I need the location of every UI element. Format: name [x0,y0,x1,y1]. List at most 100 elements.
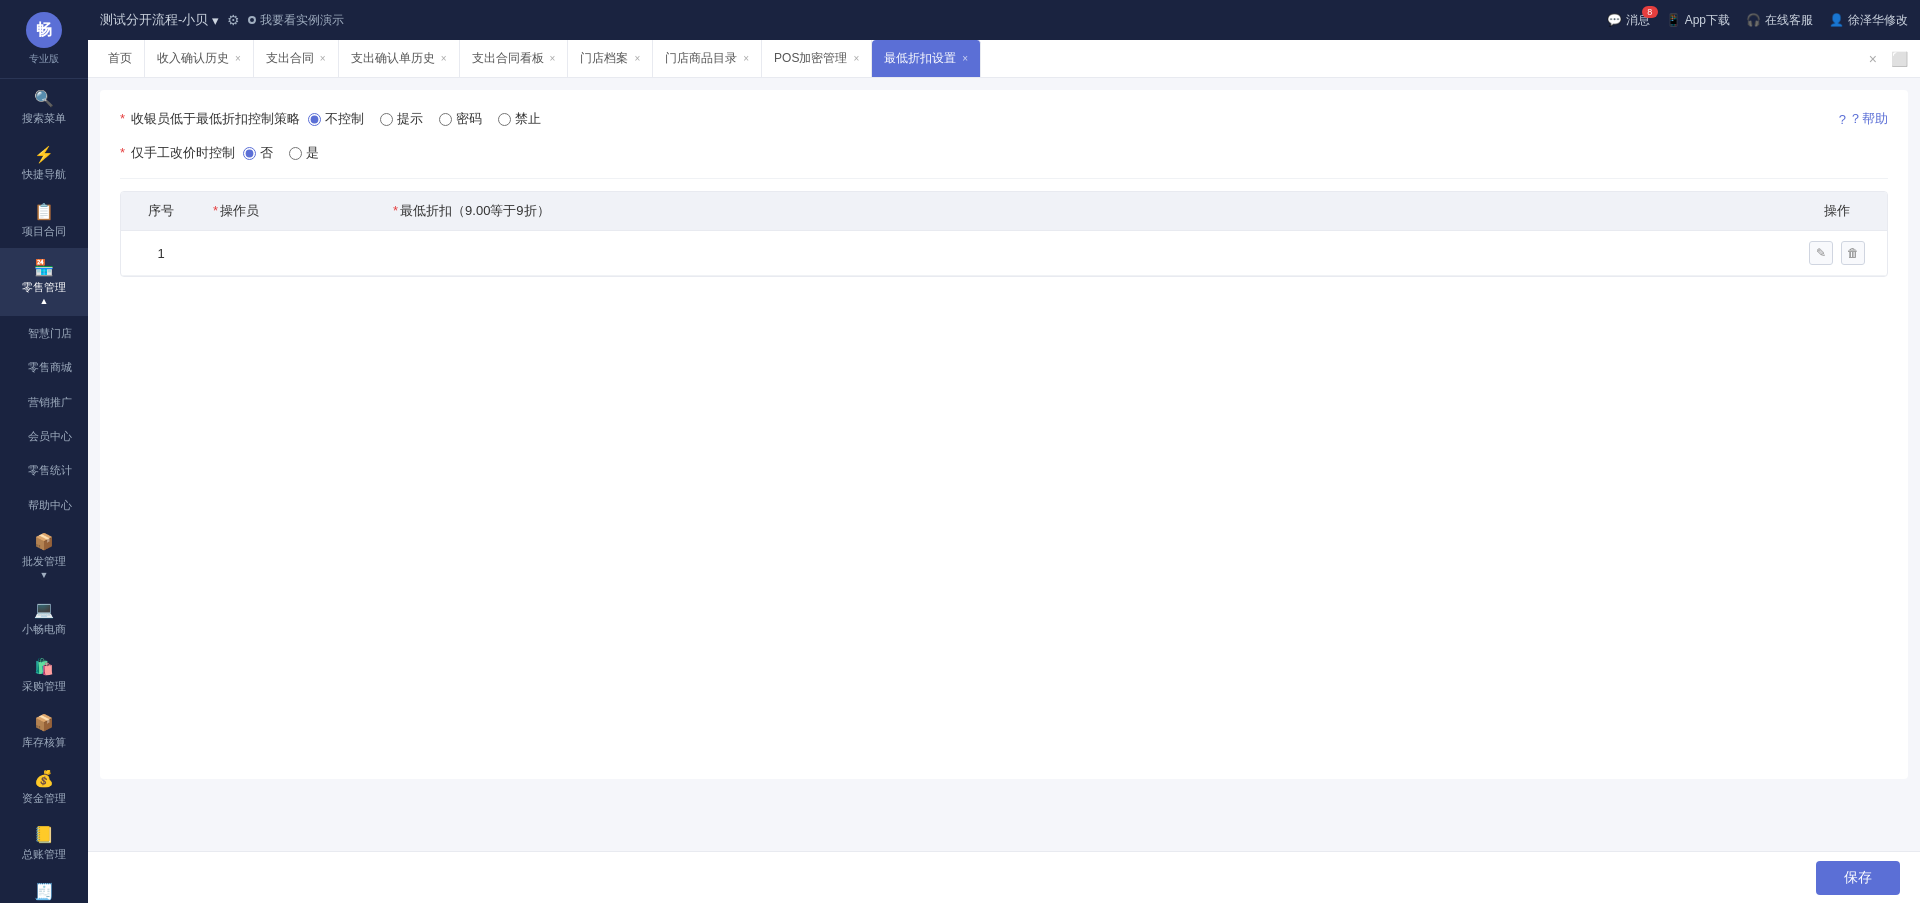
discount-table: 序号 *操作员 *最低折扣（9.00等于9折） 操作 1 [121,192,1887,276]
topbar-left: 测试分开流程-小贝 ▾ ⚙ 我要看实例演示 [100,11,344,29]
tab-expense-confirm-history[interactable]: 支出确认单历史 × [339,40,460,78]
table-header-row: 序号 *操作员 *最低折扣（9.00等于9折） 操作 [121,192,1887,231]
logo-text: 专业版 [29,52,59,66]
logo-icon: 畅 [26,12,62,48]
row-edit-button[interactable]: ✎ [1809,241,1833,265]
tab-expense-contract-board-label: 支出合同看板 [472,50,544,67]
finance-icon: 💰 [34,769,54,788]
tab-expense-contract-board[interactable]: 支出合同看板 × [460,40,569,78]
tab-pos-password-close[interactable]: × [853,54,859,64]
control-policy-radio-group: 不控制 提示 密码 禁止 [308,110,541,128]
save-button[interactable]: 保存 [1816,861,1900,895]
customer-service-label: 在线客服 [1765,12,1813,29]
radio-yes[interactable]: 是 [289,144,319,162]
sidebar-item-retail-stats[interactable]: 零售统计 [0,453,88,487]
radio-no-control-input[interactable] [308,113,321,126]
sidebar-item-quick-nav[interactable]: ⚡ 快捷导航 [0,135,88,191]
table-row: 1 ✎ 🗑 [121,231,1887,276]
topbar-customer-service[interactable]: 🎧 在线客服 [1746,12,1813,29]
sidebar-item-ledger[interactable]: 📒 总账管理 [0,815,88,871]
sidebar-item-inventory[interactable]: 📦 库存核算 [0,703,88,759]
help-link[interactable]: ? ？帮助 [1839,110,1888,128]
tab-store-product-catalog[interactable]: 门店商品目录 × [653,40,762,78]
sidebar-item-project-contract[interactable]: 📋 项目合同 [0,192,88,248]
tab-store-product-catalog-close[interactable]: × [743,54,749,64]
tab-home[interactable]: 首页 [96,40,145,78]
radio-no-control[interactable]: 不控制 [308,110,364,128]
customer-service-icon: 🎧 [1746,13,1761,27]
tab-pos-password[interactable]: POS加密管理 × [762,40,872,78]
row-delete-button[interactable]: 🗑 [1841,241,1865,265]
message-badge: 8 [1642,6,1658,18]
tab-expense-contract-close[interactable]: × [320,54,326,64]
topbar-settings-icon[interactable]: ⚙ [227,12,240,28]
topbar-right: 💬 消息 8 📱 App下载 🎧 在线客服 👤 徐泽华修改 [1607,12,1908,29]
tab-income-history[interactable]: 收入确认历史 × [145,40,254,78]
content-area: * 收银员低于最低折扣控制策略 不控制 提示 密码 [88,78,1920,851]
tab-min-discount-close[interactable]: × [962,54,968,64]
tab-min-discount[interactable]: 最低折扣设置 × [872,40,981,78]
demo-label: 我要看实例演示 [260,12,344,29]
radio-password-input[interactable] [439,113,452,126]
radio-no-label: 否 [260,144,273,162]
radio-yes-input[interactable] [289,147,302,160]
tab-close-all-button[interactable]: × [1865,49,1881,69]
tab-expense-contract[interactable]: 支出合同 × [254,40,339,78]
tabbar: 首页 收入确认历史 × 支出合同 × 支出确认单历史 × 支出合同看板 × 门店… [88,40,1920,78]
table-cell-min-discount [381,231,1787,276]
sidebar-item-member-center[interactable]: 会员中心 [0,419,88,453]
radio-prompt[interactable]: 提示 [380,110,423,128]
radio-forbidden[interactable]: 禁止 [498,110,541,128]
radio-forbidden-input[interactable] [498,113,511,126]
tab-expense-confirm-history-label: 支出确认单历史 [351,50,435,67]
topbar-messages[interactable]: 💬 消息 8 [1607,12,1650,29]
topbar-user[interactable]: 👤 徐泽华修改 [1829,12,1908,29]
tabbar-actions: × ⬜ [1865,49,1912,69]
help-label: ？帮助 [1849,110,1888,128]
project-name: 测试分开流程-小贝 [100,11,208,29]
wholesale-icon: 📦 [34,532,54,551]
sidebar-item-retail-mall[interactable]: 零售商城 [0,350,88,384]
radio-no[interactable]: 否 [243,144,273,162]
table-cell-seq: 1 [121,231,201,276]
tab-store-file[interactable]: 门店档案 × [568,40,653,78]
purchase-icon: 🛍️ [34,657,54,676]
retail-arrow-icon: ▲ [40,296,49,306]
search-nav-icon: 🔍 [34,89,54,108]
table-cell-operator [201,231,381,276]
tab-expense-confirm-history-close[interactable]: × [441,54,447,64]
demo-link[interactable]: 我要看实例演示 [248,12,344,29]
sidebar-item-ecommerce[interactable]: 💻 小畅电商 [0,590,88,646]
manual-price-label: * 仅手工改价时控制 [120,144,235,162]
sidebar-item-retail-management[interactable]: 🏪 零售管理 ▲ [0,248,88,316]
topbar: 测试分开流程-小贝 ▾ ⚙ 我要看实例演示 💬 消息 8 📱 App下载 🎧 在… [88,0,1920,40]
tab-pos-password-label: POS加密管理 [774,50,847,67]
tab-expense-contract-board-close[interactable]: × [550,54,556,64]
tab-expand-button[interactable]: ⬜ [1887,49,1912,69]
radio-password[interactable]: 密码 [439,110,482,128]
sidebar-item-help-center[interactable]: 帮助中心 [0,488,88,522]
inventory-icon: 📦 [34,713,54,732]
tab-store-file-close[interactable]: × [634,54,640,64]
sidebar-item-invoice[interactable]: 🧾 发票管理 [0,872,88,903]
topbar-app-download[interactable]: 📱 App下载 [1666,12,1730,29]
sidebar-item-search[interactable]: 🔍 搜索菜单 [0,79,88,135]
sidebar-item-purchase[interactable]: 🛍️ 采购管理 [0,647,88,703]
project-selector[interactable]: 测试分开流程-小贝 ▾ [100,11,219,29]
sidebar: 畅 专业版 🔍 搜索菜单 ⚡ 快捷导航 📋 项目合同 🏪 零售管理 ▲ 智慧门店… [0,0,88,903]
sidebar-item-wholesale[interactable]: 📦 批发管理 ▼ [0,522,88,590]
tab-store-product-catalog-label: 门店商品目录 [665,50,737,67]
project-contract-icon: 📋 [34,202,54,221]
sidebar-item-finance[interactable]: 💰 资金管理 [0,759,88,815]
form-row-control-policy: * 收银员低于最低折扣控制策略 不控制 提示 密码 [120,110,1888,128]
form-row-manual-price: * 仅手工改价时控制 否 是 [120,144,1888,162]
tab-income-history-close[interactable]: × [235,54,241,64]
control-policy-label: * 收银员低于最低折扣控制策略 [120,110,300,128]
radio-no-input[interactable] [243,147,256,160]
sidebar-item-marketing[interactable]: 营销推广 [0,385,88,419]
manual-price-radio-group: 否 是 [243,144,319,162]
sidebar-item-smart-store[interactable]: 智慧门店 [0,316,88,350]
required-star-1: * [120,111,125,126]
radio-password-label: 密码 [456,110,482,128]
radio-prompt-input[interactable] [380,113,393,126]
